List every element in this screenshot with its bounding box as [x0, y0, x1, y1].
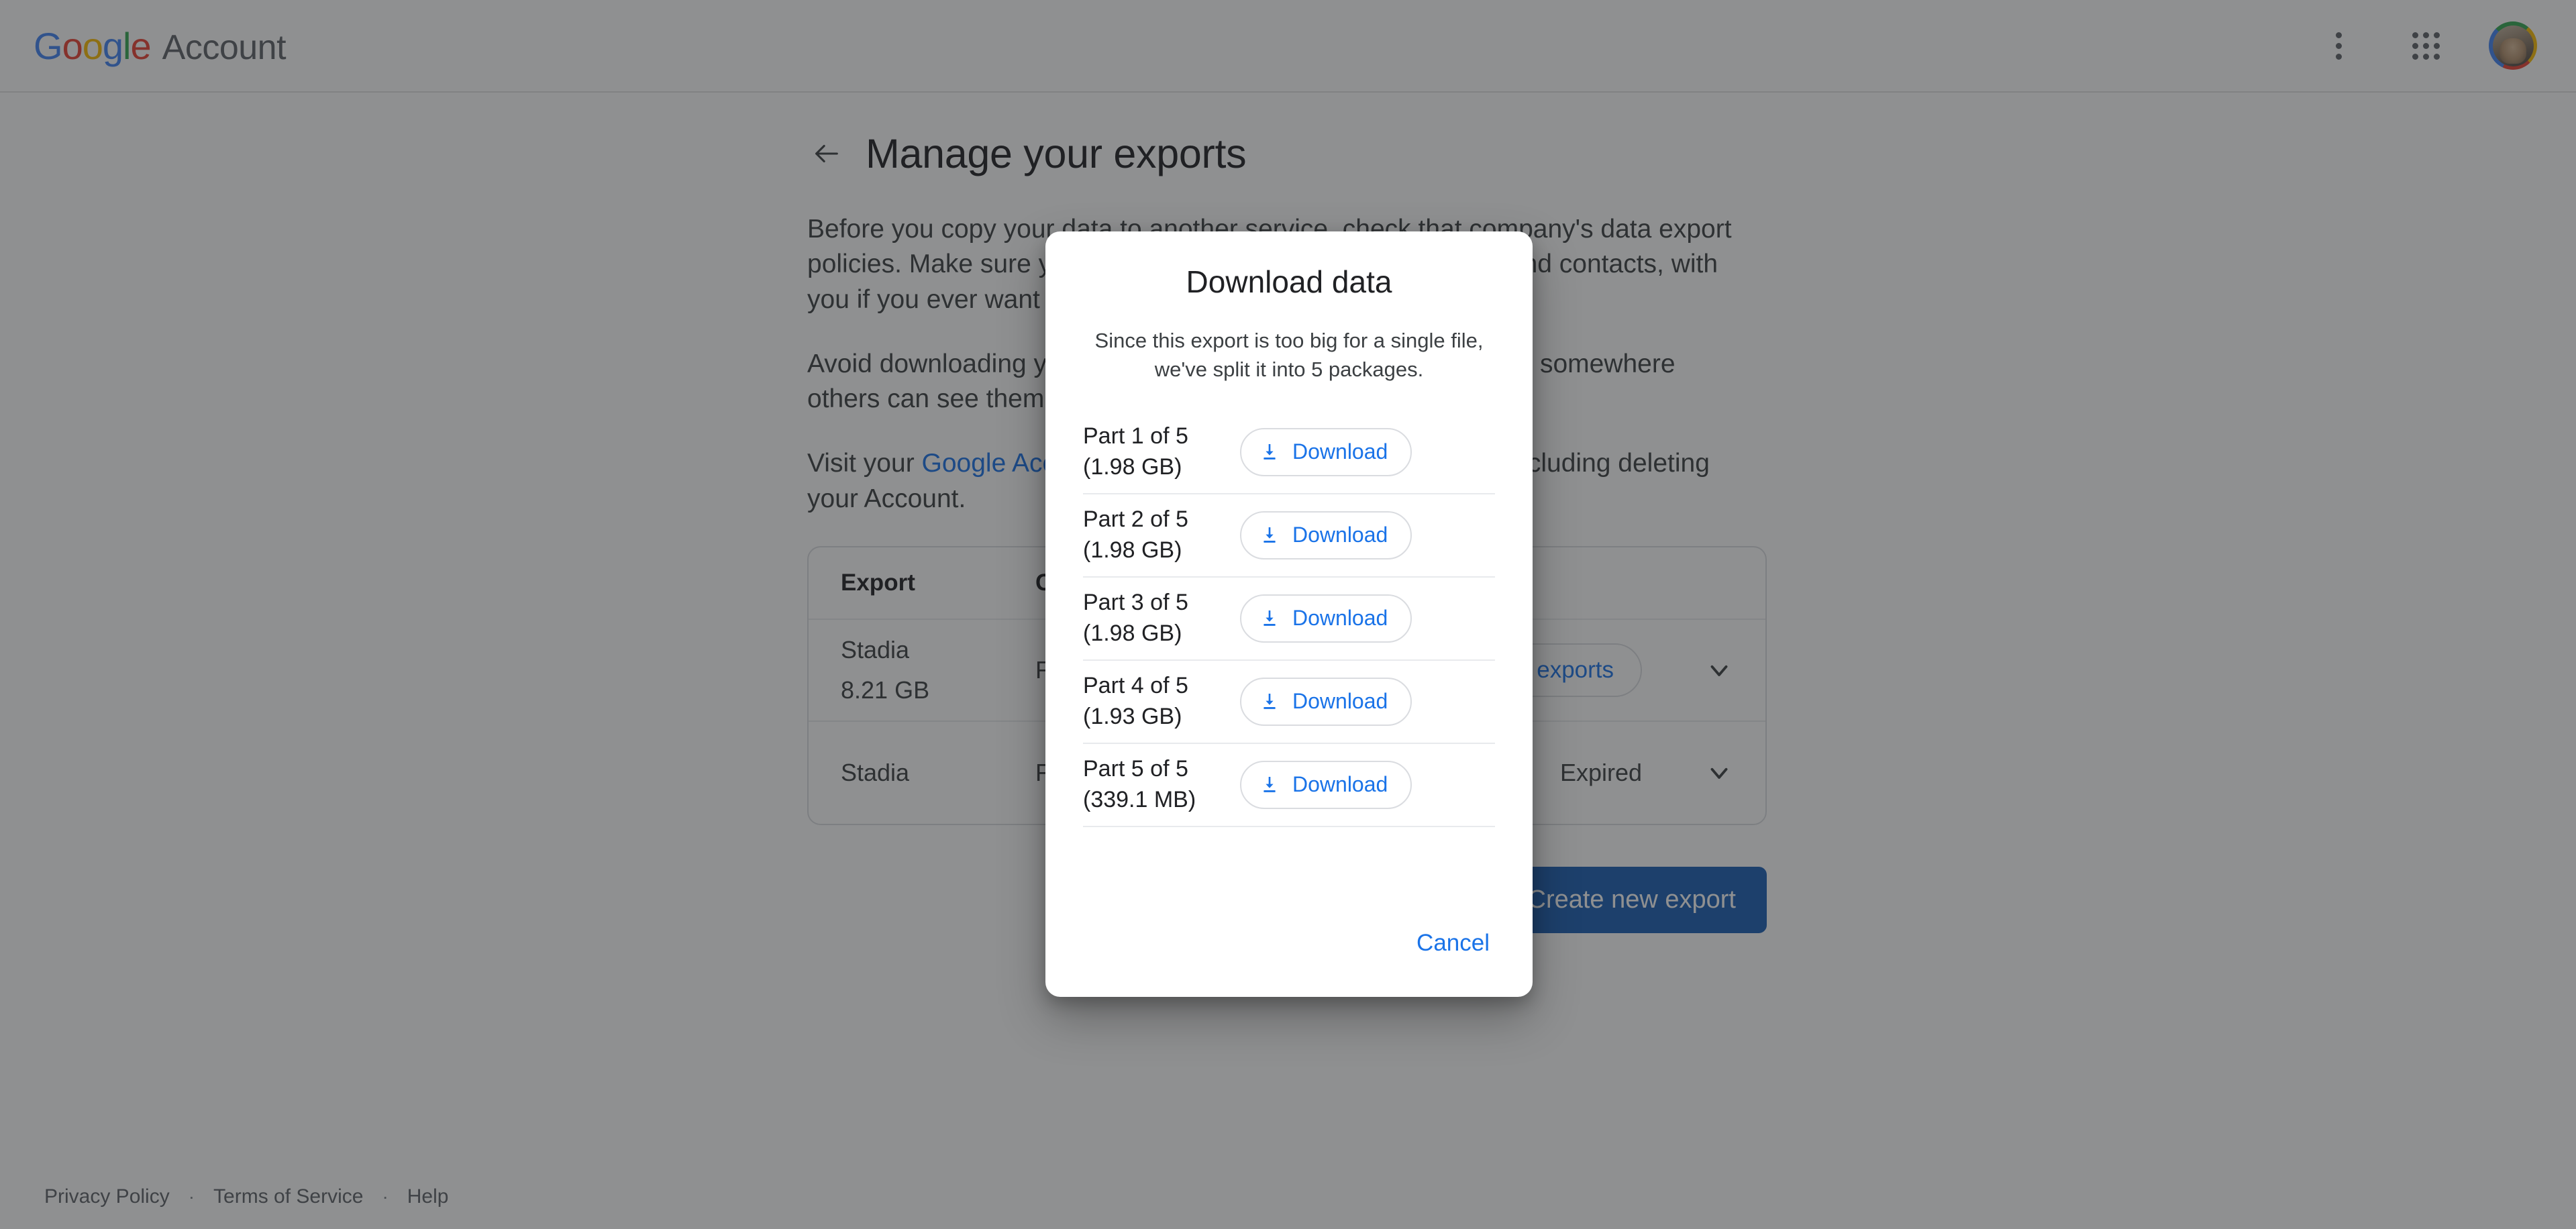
download-part-label: Download — [1292, 606, 1388, 631]
download-data-dialog: Download data Since this export is too b… — [1045, 231, 1533, 997]
download-part-button[interactable]: Download — [1240, 677, 1412, 726]
download-part-label: Download — [1292, 772, 1388, 797]
download-icon — [1259, 774, 1280, 796]
download-part-button[interactable]: Download — [1240, 760, 1412, 809]
download-icon — [1259, 691, 1280, 712]
download-part-button[interactable]: Download — [1240, 594, 1412, 643]
list-item: Part 3 of 5 (1.98 GB) Download — [1083, 578, 1495, 661]
download-icon — [1259, 525, 1280, 546]
list-item: Part 5 of 5 (339.1 MB) Download — [1083, 744, 1495, 827]
download-part-label: Download — [1292, 523, 1388, 547]
dialog-title: Download data — [1186, 264, 1392, 299]
dialog-subtitle: Since this export is too big for a singl… — [1094, 329, 1484, 381]
part-label: Part 4 of 5 (1.93 GB) — [1083, 672, 1188, 729]
download-part-button[interactable]: Download — [1240, 427, 1412, 476]
part-label: Part 1 of 5 (1.98 GB) — [1083, 423, 1188, 480]
part-label: Part 5 of 5 (339.1 MB) — [1083, 755, 1196, 812]
download-icon — [1259, 441, 1280, 463]
cancel-button[interactable]: Cancel — [1411, 920, 1495, 966]
download-part-label: Download — [1292, 689, 1388, 714]
part-label: Part 3 of 5 (1.98 GB) — [1083, 589, 1188, 646]
part-label: Part 2 of 5 (1.98 GB) — [1083, 506, 1188, 563]
list-item: Part 1 of 5 (1.98 GB) Download — [1083, 411, 1495, 494]
list-item: Part 2 of 5 (1.98 GB) Download — [1083, 494, 1495, 578]
dialog-actions: Cancel — [1045, 920, 1533, 997]
download-icon — [1259, 608, 1280, 629]
list-item: Part 4 of 5 (1.93 GB) Download — [1083, 661, 1495, 744]
download-part-button[interactable]: Download — [1240, 511, 1412, 559]
download-part-label: Download — [1292, 439, 1388, 464]
download-parts-list: Part 1 of 5 (1.98 GB) Download Part 2 of… — [1083, 411, 1495, 827]
